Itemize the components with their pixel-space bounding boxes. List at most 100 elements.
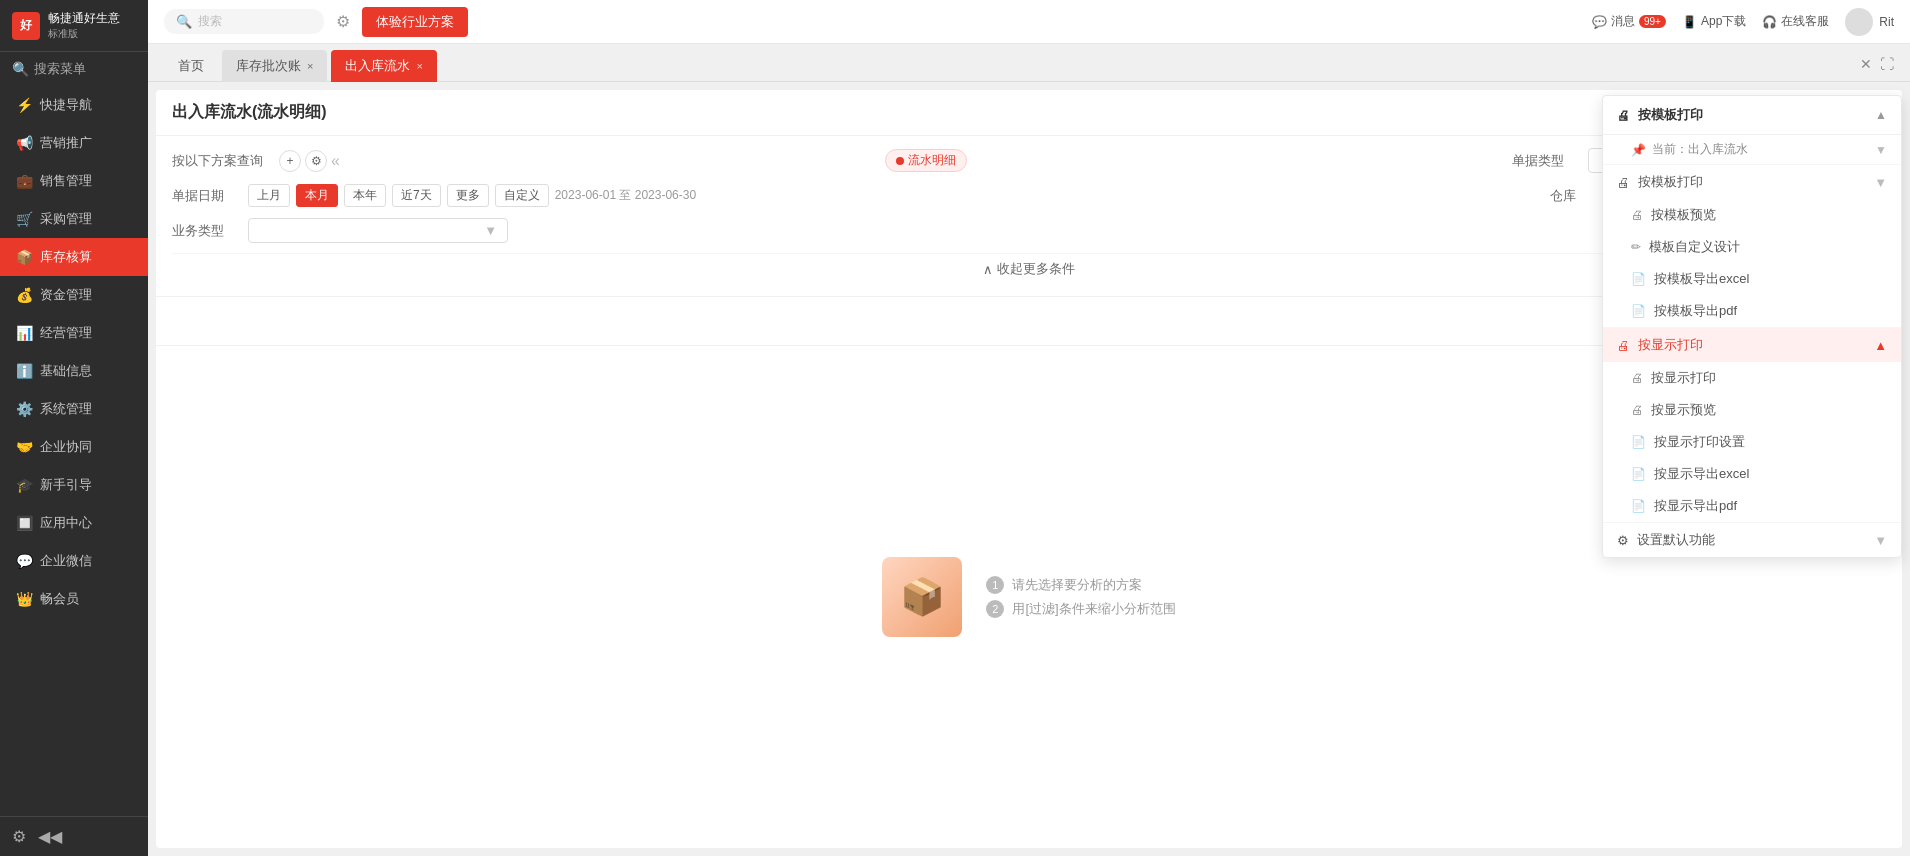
- sidebar-item-marketing[interactable]: 📢 营销推广: [0, 124, 148, 162]
- settings-icon[interactable]: ⚙: [12, 827, 26, 846]
- message-btn[interactable]: 💬 消息 99+: [1592, 13, 1666, 30]
- date-btn-more[interactable]: 更多: [447, 184, 489, 207]
- template-excel-icon: 📄: [1631, 272, 1646, 286]
- sidebar-item-sales[interactable]: 💼 销售管理: [0, 162, 148, 200]
- business-type-select[interactable]: ▼: [248, 218, 508, 243]
- empty-steps: 1 请先选择要分析的方案 2 用[过滤]条件来缩小分析范围: [986, 576, 1175, 618]
- guide-icon: 🎓: [16, 477, 32, 493]
- sidebar-item-finance[interactable]: 💰 资金管理: [0, 276, 148, 314]
- topbar: 🔍 搜索 ⚙ 体验行业方案 💬 消息 99+ 📱 App下载 🎧 在线客服 Ri…: [148, 0, 1910, 44]
- dropdown-item-template-custom[interactable]: ✏ 模板自定义设计: [1603, 231, 1901, 263]
- tab-inventory-flow[interactable]: 出入库流水 ×: [331, 50, 436, 82]
- filter-collapse-icon[interactable]: «: [331, 152, 340, 170]
- sidebar-item-wechat[interactable]: 💬 企业微信: [0, 542, 148, 580]
- doc-type-label: 单据类型: [1512, 152, 1572, 170]
- dropdown-item-display-preview[interactable]: 🖨 按显示预览: [1603, 394, 1901, 426]
- dropdown-section-template-header[interactable]: 🖨 按模板打印 ▼: [1603, 165, 1901, 199]
- current-caret[interactable]: ▼: [1875, 143, 1887, 157]
- topbar-right: 💬 消息 99+ 📱 App下载 🎧 在线客服 Rit: [1592, 8, 1894, 36]
- filter-tag-dot: [896, 157, 904, 165]
- display-print-item-icon: 🖨: [1631, 371, 1643, 385]
- sidebar-item-inventory[interactable]: 📦 库存核算: [0, 238, 148, 276]
- trial-btn[interactable]: 体验行业方案: [362, 7, 468, 37]
- date-range-text: 2023-06-01 至 2023-06-30: [555, 187, 696, 204]
- dropdown-up-icon[interactable]: ▲: [1875, 108, 1887, 122]
- dropdown-item-template-preview[interactable]: 🖨 按模板预览: [1603, 199, 1901, 231]
- dropdown-scrollable: 🖨 按模板打印 ▼ 🖨 按模板预览 ✏ 模板自定义设计 📄 按模板导出excel: [1603, 165, 1901, 523]
- date-btn-7days[interactable]: 近7天: [392, 184, 441, 207]
- sidebar-item-system[interactable]: ⚙️ 系统管理: [0, 390, 148, 428]
- collapse-sidebar-icon[interactable]: ◀◀: [38, 827, 62, 846]
- display-excel-icon: 📄: [1631, 467, 1646, 481]
- template-print-icon: 🖨: [1617, 175, 1630, 190]
- display-print-label: 按显示打印: [1638, 336, 1703, 354]
- date-btn-this-month[interactable]: 本月: [296, 184, 338, 207]
- current-label: 当前：出入库流水: [1652, 141, 1748, 158]
- basic-icon: ℹ️: [16, 363, 32, 379]
- sidebar-item-label: 企业协同: [40, 438, 92, 456]
- dropdown-item-display-print-settings[interactable]: 📄 按显示打印设置: [1603, 426, 1901, 458]
- wechat-icon: 💬: [16, 553, 32, 569]
- filter-setting-btn[interactable]: ⚙: [305, 150, 327, 172]
- maximize-icon[interactable]: ⛶: [1880, 56, 1894, 72]
- dropdown-section-display-header[interactable]: 🖨 按显示打印 ▲: [1603, 328, 1901, 362]
- date-btn-last-month[interactable]: 上月: [248, 184, 290, 207]
- online-service-btn[interactable]: 🎧 在线客服: [1762, 13, 1829, 30]
- footer-caret: ▼: [1874, 533, 1887, 548]
- close-window-icon[interactable]: ✕: [1860, 56, 1872, 72]
- section-header-left: 🖨 按模板打印: [1617, 173, 1703, 191]
- dropdown-item-display-pdf[interactable]: 📄 按显示导出pdf: [1603, 490, 1901, 522]
- inventory-icon: 📦: [16, 249, 32, 265]
- user-area[interactable]: Rit: [1845, 8, 1894, 36]
- template-custom-label: 模板自定义设计: [1649, 238, 1740, 256]
- topbar-gear-icon[interactable]: ⚙: [336, 12, 350, 31]
- tab-batch-close-icon[interactable]: ×: [307, 60, 313, 72]
- dropdown-item-display-excel[interactable]: 📄 按显示导出excel: [1603, 458, 1901, 490]
- sidebar-item-member[interactable]: 👑 畅会员: [0, 580, 148, 618]
- date-btn-this-year[interactable]: 本年: [344, 184, 386, 207]
- sidebar-item-purchase[interactable]: 🛒 采购管理: [0, 200, 148, 238]
- tab-home-label: 首页: [178, 57, 204, 75]
- sidebar: 好 畅捷通好生意 标准版 🔍 搜索菜单 ⚡ 快捷导航 📢 营销推广 💼 销售管理…: [0, 0, 148, 856]
- sidebar-item-guide[interactable]: 🎓 新手引导: [0, 466, 148, 504]
- sidebar-item-operations[interactable]: 📊 经营管理: [0, 314, 148, 352]
- tab-inventory-flow-label: 出入库流水: [345, 57, 410, 75]
- box-icon: 📦: [900, 576, 945, 618]
- sidebar-item-apps[interactable]: 🔲 应用中心: [0, 504, 148, 542]
- sidebar-item-search[interactable]: 🔍 搜索菜单: [0, 52, 148, 86]
- avatar: [1845, 8, 1873, 36]
- topbar-search[interactable]: 🔍 搜索: [164, 9, 324, 34]
- filter-tag[interactable]: 流水明细: [885, 149, 967, 172]
- tab-flow-close-icon[interactable]: ×: [416, 60, 422, 72]
- dropdown-item-template-excel[interactable]: 📄 按模板导出excel: [1603, 263, 1901, 295]
- template-pdf-label: 按模板导出pdf: [1654, 302, 1737, 320]
- tabs-bar: 首页 库存批次账 × 出入库流水 × ✕ ⛶: [148, 44, 1910, 82]
- sidebar-item-collab[interactable]: 🤝 企业协同: [0, 428, 148, 466]
- filter-add-btn[interactable]: +: [279, 150, 301, 172]
- sidebar-item-label: 采购管理: [40, 210, 92, 228]
- logo-text: 好: [20, 17, 32, 34]
- topbar-search-placeholder: 搜索: [198, 13, 222, 30]
- tab-batch-account[interactable]: 库存批次账 ×: [222, 50, 327, 82]
- app-download-btn[interactable]: 📱 App下载: [1682, 13, 1746, 30]
- sidebar-item-quick-nav[interactable]: ⚡ 快捷导航: [0, 86, 148, 124]
- online-service-label: 在线客服: [1781, 13, 1829, 30]
- search-icon: 🔍: [12, 61, 28, 77]
- filter-title: 按以下方案查询: [172, 152, 263, 170]
- dropdown-item-template-pdf[interactable]: 📄 按模板导出pdf: [1603, 295, 1901, 327]
- sidebar-item-basic[interactable]: ℹ️ 基础信息: [0, 352, 148, 390]
- date-btn-custom[interactable]: 自定义: [495, 184, 549, 207]
- dropdown-header: 🖨 按模板打印 ▲: [1603, 96, 1901, 135]
- tab-batch-account-label: 库存批次账: [236, 57, 301, 75]
- template-preview-label: 按模板预览: [1651, 206, 1716, 224]
- window-controls: ✕ ⛶: [1860, 56, 1894, 76]
- operations-icon: 📊: [16, 325, 32, 341]
- dropdown-item-display-print[interactable]: 🖨 按显示打印: [1603, 362, 1901, 394]
- dropdown-current: 📌 当前：出入库流水 ▼: [1603, 135, 1901, 165]
- tab-home[interactable]: 首页: [164, 50, 218, 82]
- empty-illustration: 📦: [882, 557, 962, 637]
- dropdown-footer[interactable]: ⚙ 设置默认功能 ▼: [1603, 523, 1901, 557]
- display-settings-label: 按显示打印设置: [1654, 433, 1745, 451]
- system-icon: ⚙️: [16, 401, 32, 417]
- filter-tag-label: 流水明细: [908, 152, 956, 169]
